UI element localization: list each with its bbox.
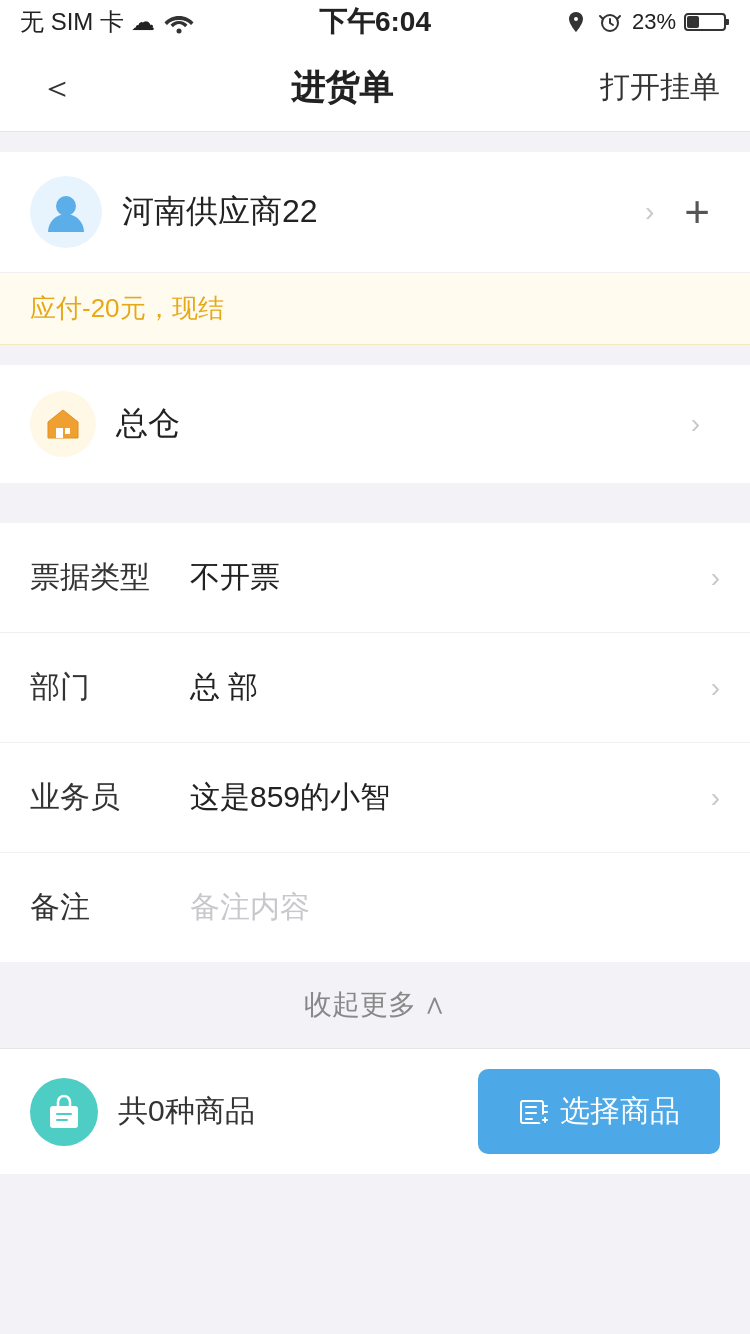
warehouse-icon [43, 404, 83, 444]
collapse-row[interactable]: 收起更多 ∧ [0, 962, 750, 1048]
page-background [0, 1174, 750, 1334]
balance-notice: 应付-20元，现结 [0, 273, 750, 345]
invoice-type-row[interactable]: 票据类型 不开票 › [0, 523, 750, 633]
dept-row[interactable]: 部门 总 部 › [0, 633, 750, 743]
product-count: 共0种商品 [118, 1091, 478, 1132]
location-icon [564, 10, 588, 34]
section-divider-2 [0, 345, 750, 365]
supplier-avatar [30, 176, 102, 248]
supplier-card: 河南供应商22 › + 应付-20元，现结 [0, 152, 750, 345]
remark-value[interactable]: 备注内容 [150, 887, 720, 928]
svg-rect-3 [725, 19, 729, 25]
section-divider-3 [0, 483, 750, 503]
salesperson-row[interactable]: 业务员 这是859的小智 › [0, 743, 750, 853]
section-divider-1 [0, 132, 750, 152]
supplier-name: 河南供应商22 [122, 190, 645, 234]
battery-text: 23% [632, 9, 676, 35]
open-pending-button[interactable]: 打开挂单 [600, 67, 720, 108]
bottom-bar: 共0种商品 选择商品 [0, 1048, 750, 1174]
supplier-avatar-icon [44, 190, 88, 234]
product-icon-circle [30, 1078, 98, 1146]
supplier-chevron-icon: › [645, 196, 654, 228]
product-bag-icon [44, 1092, 84, 1132]
signal-text: 无 SIM 卡 ☁ [20, 6, 155, 38]
invoice-type-value: 不开票 [150, 557, 711, 598]
wifi-icon [163, 10, 195, 34]
remark-label: 备注 [30, 887, 150, 928]
salesperson-chevron-icon: › [711, 782, 720, 814]
select-product-icon [518, 1096, 550, 1128]
dept-label: 部门 [30, 667, 150, 708]
supplier-row[interactable]: 河南供应商22 › + [0, 152, 750, 273]
battery-icon [684, 10, 730, 34]
warehouse-icon-circle [30, 391, 96, 457]
select-product-button[interactable]: 选择商品 [478, 1069, 720, 1154]
warehouse-card: 总仓 › [0, 365, 750, 483]
page-title: 进货单 [291, 65, 393, 111]
status-time: 下午6:04 [319, 3, 431, 41]
collapse-text: 收起更多 ∧ [304, 986, 447, 1024]
alarm-icon [596, 10, 624, 34]
svg-point-5 [56, 196, 76, 216]
remark-row[interactable]: 备注 备注内容 [0, 853, 750, 962]
invoice-type-label: 票据类型 [30, 557, 150, 598]
back-button[interactable]: ＜ [30, 55, 84, 121]
svg-rect-7 [65, 428, 70, 434]
warehouse-chevron-icon: › [691, 408, 700, 440]
status-bar: 无 SIM 卡 ☁ 下午6:04 23% [0, 0, 750, 44]
dept-chevron-icon: › [711, 672, 720, 704]
svg-rect-4 [687, 16, 699, 28]
status-right: 23% [564, 9, 730, 35]
form-section: 票据类型 不开票 › 部门 总 部 › 业务员 这是859的小智 › 备注 备注… [0, 523, 750, 962]
warehouse-row[interactable]: 总仓 › [0, 365, 750, 483]
status-left: 无 SIM 卡 ☁ [20, 6, 195, 38]
svg-rect-6 [56, 428, 63, 438]
select-product-label: 选择商品 [560, 1091, 680, 1132]
warehouse-name: 总仓 [116, 402, 691, 446]
salesperson-label: 业务员 [30, 777, 150, 818]
dept-value: 总 部 [150, 667, 711, 708]
invoice-type-chevron-icon: › [711, 562, 720, 594]
svg-point-0 [176, 29, 181, 34]
svg-rect-8 [50, 1106, 78, 1128]
salesperson-value: 这是859的小智 [150, 777, 711, 818]
add-supplier-button[interactable]: + [674, 190, 720, 234]
nav-bar: ＜ 进货单 打开挂单 [0, 44, 750, 132]
